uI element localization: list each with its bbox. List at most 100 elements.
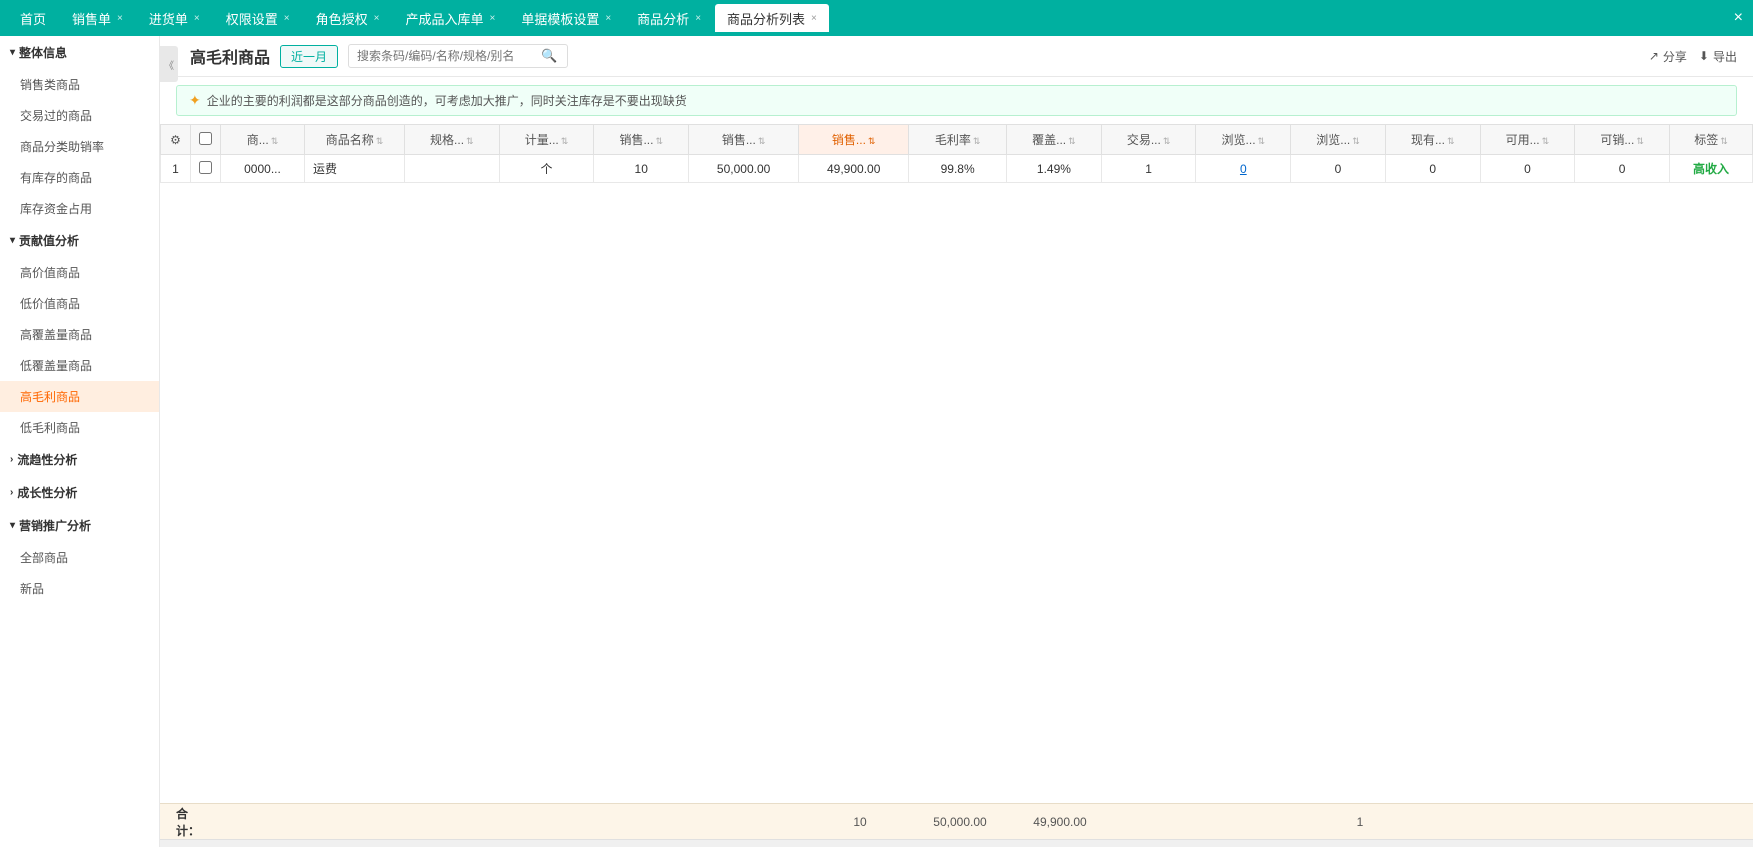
row-current-stock: 0	[1385, 155, 1480, 183]
close-icon[interactable]: ×	[695, 13, 701, 24]
data-table-container[interactable]: ⚙ 商...⇅ 商品名称⇅ 规格...⇅ 计量...⇅ 销售...⇅ 销售...…	[160, 124, 1753, 803]
summary-sales-qty: 10	[820, 815, 900, 829]
row-tag: 高收入	[1669, 155, 1752, 183]
tab-warehouse[interactable]: 产成品入库单 ×	[393, 4, 507, 32]
filter-period-button[interactable]: 近一月	[280, 45, 338, 68]
tab-analysis[interactable]: 商品分析 ×	[625, 4, 713, 32]
row-checkbox[interactable]	[191, 155, 221, 183]
col-browse2[interactable]: 浏览...⇅	[1291, 125, 1386, 155]
sidebar-item-low-margin[interactable]: 低毛利商品	[0, 412, 159, 443]
footer-summary: 合计： 10 50,000.00 49,900.00 1 0 0	[160, 803, 1753, 839]
row-sales-amount: 50,000.00	[689, 155, 799, 183]
chevron-down-icon: ▾	[10, 520, 15, 531]
row-browse1[interactable]: 0	[1196, 155, 1291, 183]
row-unit: 个	[499, 155, 594, 183]
sidebar-item-low-coverage[interactable]: 低覆盖量商品	[0, 350, 159, 381]
col-sales-qty[interactable]: 销售...⇅	[594, 125, 689, 155]
sidebar-collapse-button[interactable]: 《	[160, 46, 178, 82]
chevron-right-icon: ›	[10, 487, 13, 498]
summary-available: 0	[1720, 815, 1753, 829]
sidebar-group-overall[interactable]: ▾ 整体信息	[0, 36, 159, 69]
close-all-tabs[interactable]: ×	[1734, 9, 1743, 27]
sidebar-item-high-margin[interactable]: 高毛利商品	[0, 381, 159, 412]
col-settings[interactable]: ⚙	[161, 125, 191, 155]
close-icon[interactable]: ×	[194, 13, 200, 24]
close-icon[interactable]: ×	[374, 13, 380, 24]
row-sales-profit: 49,900.00	[799, 155, 909, 183]
col-code[interactable]: 商...⇅	[221, 125, 305, 155]
col-spec[interactable]: 规格...⇅	[404, 125, 499, 155]
info-banner: ✦ 企业的主要的利润都是这部分商品创造的，可考虑加大推广，同时关注库存是不要出现…	[176, 85, 1737, 116]
row-available: 0	[1480, 155, 1575, 183]
row-coverage: 1.49%	[1007, 155, 1102, 183]
sidebar-item-low-value[interactable]: 低价值商品	[0, 288, 159, 319]
close-icon[interactable]: ×	[811, 13, 817, 24]
sidebar-item-all-goods[interactable]: 全部商品	[0, 542, 159, 573]
page-title: 高毛利商品	[190, 44, 270, 68]
close-icon[interactable]: ×	[489, 13, 495, 24]
sidebar-item-high-value[interactable]: 高价值商品	[0, 257, 159, 288]
sidebar-item-high-coverage[interactable]: 高覆盖量商品	[0, 319, 159, 350]
row-sales-qty: 10	[594, 155, 689, 183]
col-tag[interactable]: 标签⇅	[1669, 125, 1752, 155]
tab-purchase[interactable]: 进货单 ×	[137, 4, 212, 32]
col-profit-rate[interactable]: 毛利率⇅	[909, 125, 1007, 155]
summary-transaction: 1	[1320, 815, 1400, 829]
row-code: 0000...	[221, 155, 305, 183]
main-layout: ▾ 整体信息 销售类商品 交易过的商品 商品分类助销率 有库存的商品 库存资金占…	[0, 36, 1753, 847]
sidebar-item-stocked-goods[interactable]: 有库存的商品	[0, 162, 159, 193]
tab-analysis-list[interactable]: 商品分析列表 ×	[715, 4, 829, 32]
tab-sales[interactable]: 销售单 ×	[60, 4, 135, 32]
chevron-down-icon: ▾	[10, 235, 15, 246]
search-input[interactable]	[357, 49, 537, 63]
row-select-checkbox[interactable]	[199, 161, 212, 174]
col-unit[interactable]: 计量...⇅	[499, 125, 594, 155]
col-sellable[interactable]: 可销...⇅	[1575, 125, 1670, 155]
sidebar-item-category-rate[interactable]: 商品分类助销率	[0, 131, 159, 162]
tab-permission[interactable]: 权限设置 ×	[214, 4, 302, 32]
sidebar-item-stock-capital[interactable]: 库存资金占用	[0, 193, 159, 224]
col-coverage[interactable]: 覆盖...⇅	[1007, 125, 1102, 155]
sidebar-group-trend[interactable]: › 流趋性分析	[0, 443, 159, 476]
share-icon: ↗	[1649, 49, 1659, 63]
table-header-row: ⚙ 商...⇅ 商品名称⇅ 规格...⇅ 计量...⇅ 销售...⇅ 销售...…	[161, 125, 1753, 155]
col-checkbox[interactable]	[191, 125, 221, 155]
row-index: 1	[161, 155, 191, 183]
sidebar-group-contribution[interactable]: ▾ 贡献值分析	[0, 224, 159, 257]
search-box: 🔍	[348, 44, 568, 68]
close-icon[interactable]: ×	[117, 13, 123, 24]
col-browse1[interactable]: 浏览...⇅	[1196, 125, 1291, 155]
info-icon: ✦	[189, 92, 201, 109]
close-icon[interactable]: ×	[605, 13, 611, 24]
sidebar-item-traded-goods[interactable]: 交易过的商品	[0, 100, 159, 131]
search-icon[interactable]: 🔍	[541, 48, 557, 64]
col-sales-profit[interactable]: 销售...⇅	[799, 125, 909, 155]
tab-home[interactable]: 首页	[8, 4, 58, 32]
header-actions: ↗ 分享 ⬇ 导出	[1649, 48, 1737, 65]
sidebar-item-new-goods[interactable]: 新品	[0, 573, 159, 604]
col-transaction[interactable]: 交易...⇅	[1101, 125, 1196, 155]
top-nav: 首页 销售单 × 进货单 × 权限设置 × 角色授权 × 产成品入库单 × 单据…	[0, 0, 1753, 36]
row-transaction: 1	[1101, 155, 1196, 183]
summary-label: 合计：	[176, 805, 200, 839]
col-sales-amount[interactable]: 销售...⇅	[689, 125, 799, 155]
row-name: 运费	[304, 155, 404, 183]
col-current-stock[interactable]: 现有...⇅	[1385, 125, 1480, 155]
export-button[interactable]: ⬇ 导出	[1699, 48, 1737, 65]
horizontal-scrollbar[interactable]	[160, 839, 1753, 847]
close-icon[interactable]: ×	[284, 13, 290, 24]
sidebar-item-sales-goods[interactable]: 销售类商品	[0, 69, 159, 100]
col-available[interactable]: 可用...⇅	[1480, 125, 1575, 155]
sidebar-group-growth[interactable]: › 成长性分析	[0, 476, 159, 509]
col-name[interactable]: 商品名称⇅	[304, 125, 404, 155]
export-icon: ⬇	[1699, 49, 1709, 63]
sidebar-group-marketing[interactable]: ▾ 营销推广分析	[0, 509, 159, 542]
chevron-down-icon: ▾	[10, 47, 15, 58]
select-all-checkbox[interactable]	[199, 132, 212, 145]
share-button[interactable]: ↗ 分享	[1649, 48, 1687, 65]
sidebar: ▾ 整体信息 销售类商品 交易过的商品 商品分类助销率 有库存的商品 库存资金占…	[0, 36, 160, 847]
tab-role[interactable]: 角色授权 ×	[304, 4, 392, 32]
row-profit-rate: 99.8%	[909, 155, 1007, 183]
summary-sales-profit: 49,900.00	[1020, 815, 1100, 829]
tab-template[interactable]: 单据模板设置 ×	[509, 4, 623, 32]
